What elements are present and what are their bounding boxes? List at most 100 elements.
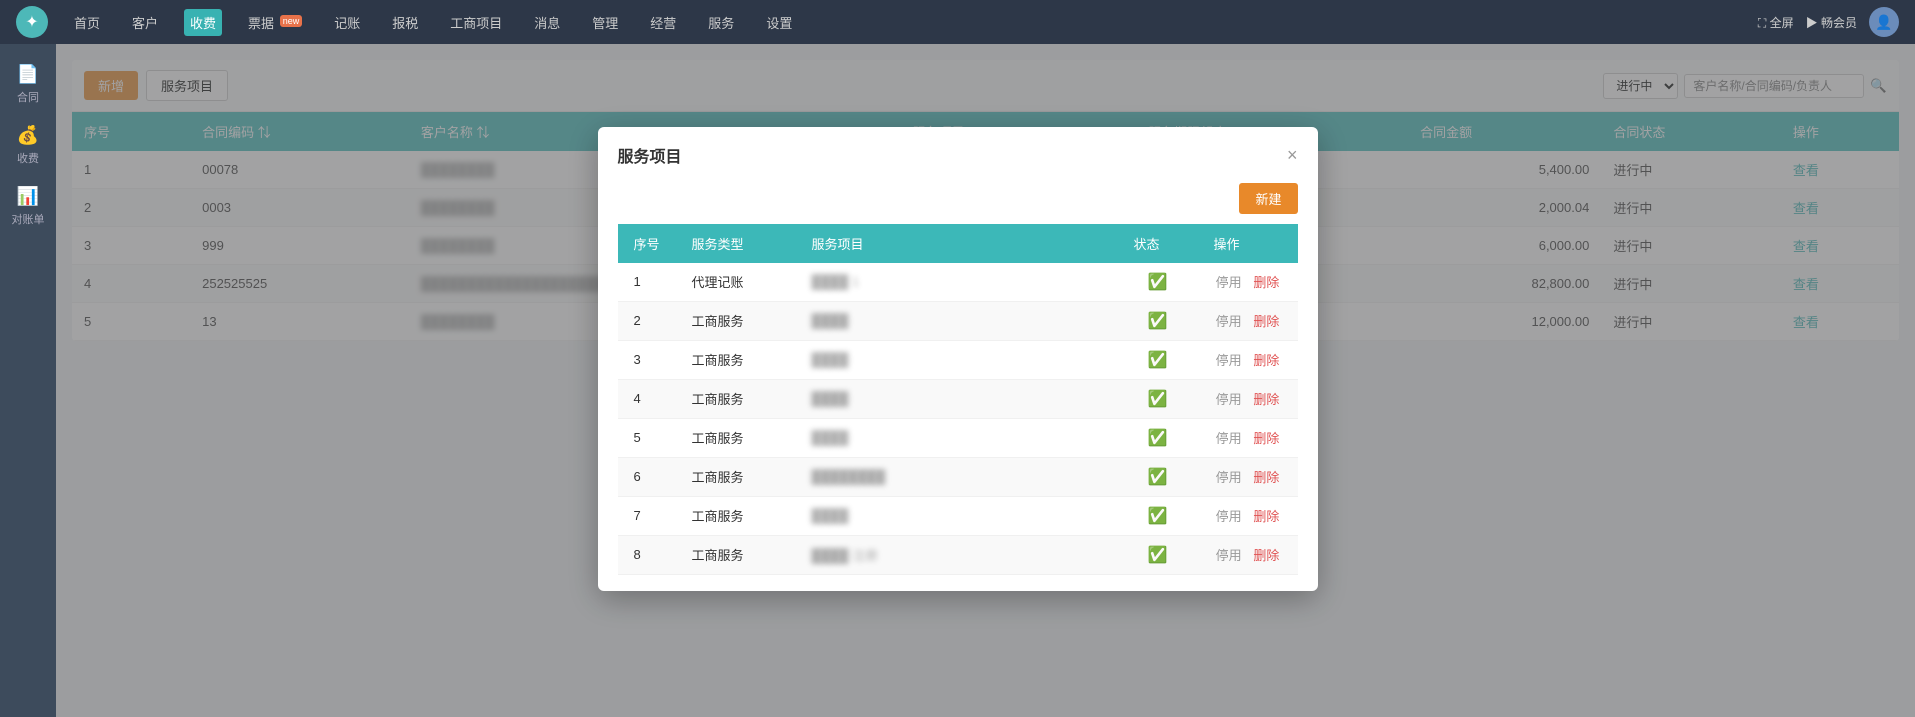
stop-button[interactable]: 停用 bbox=[1216, 470, 1242, 485]
modal-cell-item: ████ bbox=[796, 496, 1118, 535]
list-item: 4 工商服务 ████ ✅ 停用 删除 bbox=[618, 379, 1298, 418]
nav-operation[interactable]: 经营 bbox=[644, 9, 682, 36]
nav-business[interactable]: 工商项目 bbox=[444, 9, 508, 36]
status-check-icon: ✅ bbox=[1148, 508, 1168, 525]
stop-button[interactable]: 停用 bbox=[1216, 392, 1242, 407]
stop-button[interactable]: 停用 bbox=[1216, 275, 1242, 290]
modal-cell-seq: 8 bbox=[618, 535, 676, 574]
delete-button[interactable]: 删除 bbox=[1253, 275, 1279, 290]
status-check-icon: ✅ bbox=[1148, 352, 1168, 369]
sidebar-item-reconcile[interactable]: 📊 对账单 bbox=[0, 178, 56, 235]
reconcile-icon: 📊 bbox=[17, 186, 39, 207]
modal-col-status: 状态 bbox=[1118, 224, 1198, 263]
modal-cell-status: ✅ bbox=[1118, 263, 1198, 302]
modal-cell-status: ✅ bbox=[1118, 418, 1198, 457]
modal-cell-item: ████ bbox=[796, 418, 1118, 457]
modal-cell-item: ████ bbox=[796, 379, 1118, 418]
nav-message[interactable]: 消息 bbox=[528, 9, 566, 36]
status-check-icon: ✅ bbox=[1148, 313, 1168, 330]
modal-cell-seq: 6 bbox=[618, 457, 676, 496]
status-check-icon: ✅ bbox=[1148, 547, 1168, 564]
modal-cell-type: 工商服务 bbox=[676, 457, 796, 496]
delete-button[interactable]: 删除 bbox=[1253, 431, 1279, 446]
delete-button[interactable]: 删除 bbox=[1253, 353, 1279, 368]
list-item: 3 工商服务 ████ ✅ 停用 删除 bbox=[618, 340, 1298, 379]
sidebar-item-fee[interactable]: 💰 收费 bbox=[0, 117, 56, 174]
modal-cell-type: 工商服务 bbox=[676, 496, 796, 535]
modal-cell-status: ✅ bbox=[1118, 301, 1198, 340]
nav-tax[interactable]: 报税 bbox=[386, 9, 424, 36]
member-button[interactable]: ▶ 畅会员 bbox=[1806, 14, 1857, 31]
fee-icon: 💰 bbox=[17, 125, 39, 146]
modal-close-button[interactable]: × bbox=[1287, 146, 1298, 164]
sidebar-label-reconcile: 对账单 bbox=[12, 211, 45, 227]
modal-cell-seq: 3 bbox=[618, 340, 676, 379]
list-item: 2 工商服务 ████ ✅ 停用 删除 bbox=[618, 301, 1298, 340]
modal-cell-status: ✅ bbox=[1118, 379, 1198, 418]
modal-cell-seq: 7 bbox=[618, 496, 676, 535]
main-content: 新增 服务项目 进行中 全部 已终止 🔍 序号 合同编码 ⇅ 客户名称 ⇅ 服务… bbox=[56, 44, 1915, 717]
modal-cell-type: 工商服务 bbox=[676, 340, 796, 379]
nav-bookkeeping[interactable]: 记账 bbox=[328, 9, 366, 36]
nav-settings[interactable]: 设置 bbox=[760, 9, 798, 36]
nav-service[interactable]: 服务 bbox=[702, 9, 740, 36]
nav-customer[interactable]: 客户 bbox=[126, 9, 164, 36]
modal-cell-item: ████████ bbox=[796, 457, 1118, 496]
modal-cell-seq: 4 bbox=[618, 379, 676, 418]
delete-button[interactable]: 删除 bbox=[1253, 392, 1279, 407]
delete-button[interactable]: 删除 bbox=[1253, 509, 1279, 524]
sidebar-label-fee: 收费 bbox=[17, 150, 39, 166]
modal-cell-action[interactable]: 停用 删除 bbox=[1198, 418, 1298, 457]
top-right-actions: ⛶ 全屏 ▶ 畅会员 👤 bbox=[1758, 7, 1899, 37]
delete-button[interactable]: 删除 bbox=[1253, 548, 1279, 563]
modal-cell-type: 工商服务 bbox=[676, 379, 796, 418]
modal-toolbar: 新建 bbox=[598, 175, 1318, 224]
modal-cell-action[interactable]: 停用 删除 bbox=[1198, 263, 1298, 302]
avatar[interactable]: 👤 bbox=[1869, 7, 1899, 37]
sidebar-label-contract: 合同 bbox=[17, 89, 39, 105]
stop-button[interactable]: 停用 bbox=[1216, 548, 1242, 563]
modal-cell-seq: 1 bbox=[618, 263, 676, 302]
sidebar-item-contract[interactable]: 📄 合同 bbox=[0, 56, 56, 113]
list-item: 6 工商服务 ████████ ✅ 停用 删除 bbox=[618, 457, 1298, 496]
delete-button[interactable]: 删除 bbox=[1253, 314, 1279, 329]
modal-cell-type: 工商服务 bbox=[676, 535, 796, 574]
modal-cell-type: 工商服务 bbox=[676, 418, 796, 457]
modal-cell-action[interactable]: 停用 删除 bbox=[1198, 301, 1298, 340]
modal-header: 服务项目 × bbox=[598, 127, 1318, 175]
new-badge: new bbox=[280, 15, 303, 27]
nav-home[interactable]: 首页 bbox=[68, 9, 106, 36]
nav-invoice[interactable]: 票据 new bbox=[242, 9, 308, 36]
contract-icon: 📄 bbox=[17, 64, 39, 85]
stop-button[interactable]: 停用 bbox=[1216, 509, 1242, 524]
top-navigation: ✦ 首页 客户 收费 票据 new 记账 报税 工商项目 消息 管理 经营 服务… bbox=[0, 0, 1915, 44]
modal-cell-action[interactable]: 停用 删除 bbox=[1198, 457, 1298, 496]
status-check-icon: ✅ bbox=[1148, 469, 1168, 486]
status-check-icon: ✅ bbox=[1148, 430, 1168, 447]
stop-button[interactable]: 停用 bbox=[1216, 314, 1242, 329]
modal-cell-action[interactable]: 停用 删除 bbox=[1198, 379, 1298, 418]
app-logo[interactable]: ✦ bbox=[16, 6, 48, 38]
modal-cell-action[interactable]: 停用 删除 bbox=[1198, 496, 1298, 535]
modal-body: 序号 服务类型 服务项目 状态 操作 1 代理记账 ████ 1 ✅ 停用 删除… bbox=[598, 224, 1318, 591]
list-item: 8 工商服务 ████ 注册 ✅ 停用 删除 bbox=[618, 535, 1298, 574]
stop-button[interactable]: 停用 bbox=[1216, 431, 1242, 446]
new-service-button[interactable]: 新建 bbox=[1239, 183, 1297, 214]
fullscreen-button[interactable]: ⛶ 全屏 bbox=[1758, 14, 1794, 31]
list-item: 7 工商服务 ████ ✅ 停用 删除 bbox=[618, 496, 1298, 535]
modal-cell-status: ✅ bbox=[1118, 535, 1198, 574]
modal-cell-status: ✅ bbox=[1118, 496, 1198, 535]
modal-cell-item: ████ bbox=[796, 340, 1118, 379]
delete-button[interactable]: 删除 bbox=[1253, 470, 1279, 485]
modal-cell-status: ✅ bbox=[1118, 340, 1198, 379]
list-item: 5 工商服务 ████ ✅ 停用 删除 bbox=[618, 418, 1298, 457]
modal-cell-status: ✅ bbox=[1118, 457, 1198, 496]
modal-cell-action[interactable]: 停用 删除 bbox=[1198, 340, 1298, 379]
modal-col-item: 服务项目 bbox=[796, 224, 1118, 263]
modal-cell-type: 工商服务 bbox=[676, 301, 796, 340]
modal-cell-action[interactable]: 停用 删除 bbox=[1198, 535, 1298, 574]
nav-fee[interactable]: 收费 bbox=[184, 9, 222, 36]
modal-col-action: 操作 bbox=[1198, 224, 1298, 263]
nav-manage[interactable]: 管理 bbox=[586, 9, 624, 36]
stop-button[interactable]: 停用 bbox=[1216, 353, 1242, 368]
